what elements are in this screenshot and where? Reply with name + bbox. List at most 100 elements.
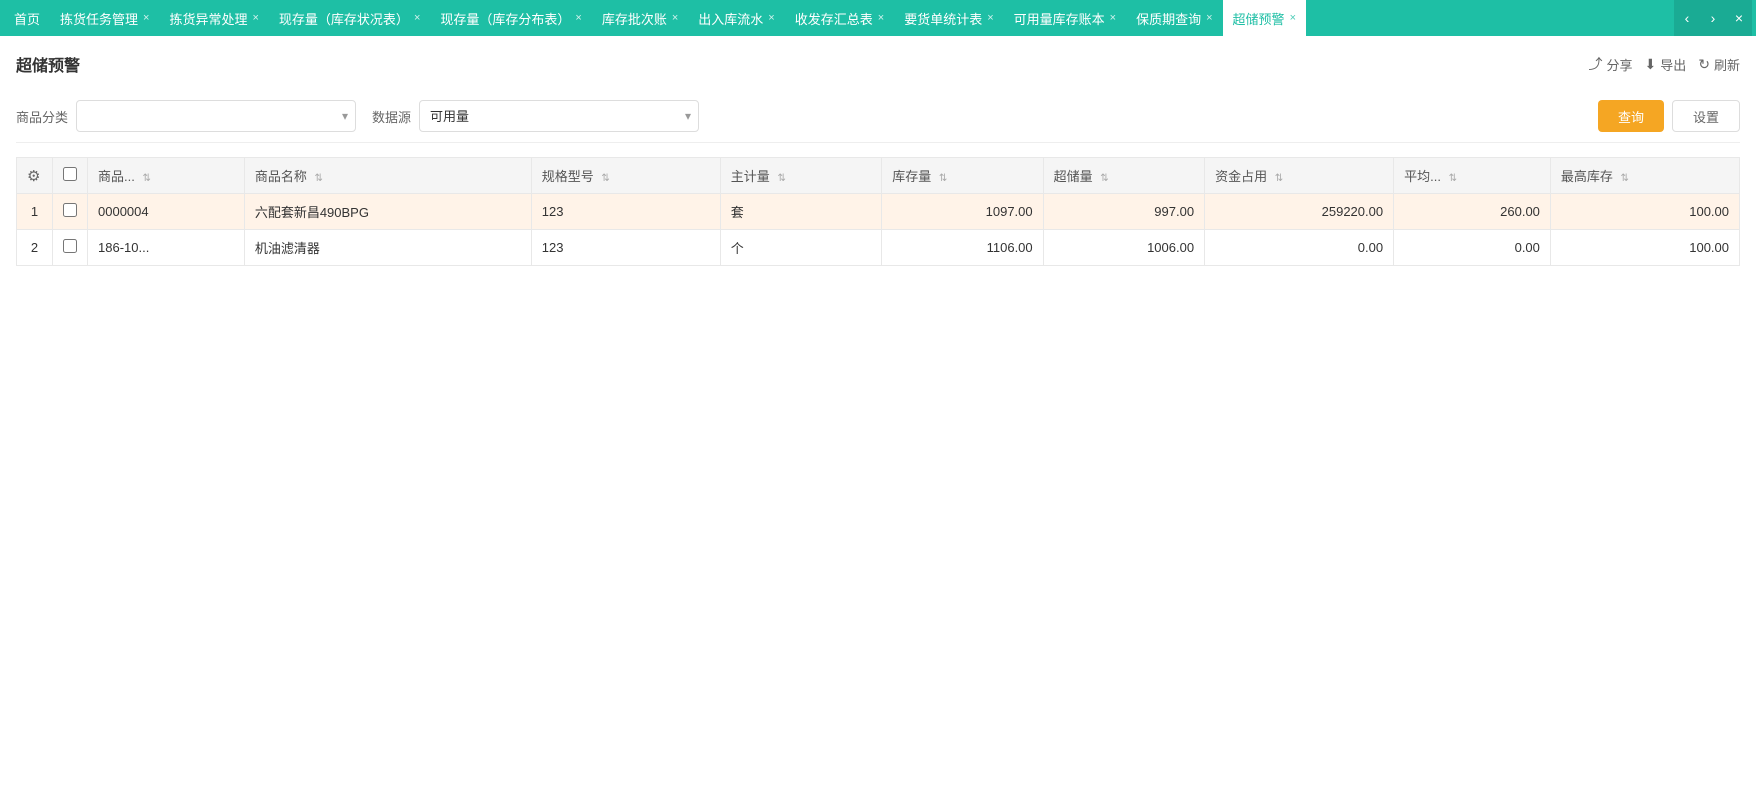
cell-product-code: 0000004 <box>88 194 245 230</box>
cell-product-name: 六配套新昌490BPG <box>244 194 531 230</box>
col-settings[interactable]: ⚙ <box>17 158 53 194</box>
nav-item-task[interactable]: 拣货任务管理 × <box>50 0 159 36</box>
data-table: ⚙ 商品... ⇅ 商品名称 ⇅ 规格型号 ⇅ 主计量 <box>16 157 1740 266</box>
row-checkbox[interactable] <box>63 203 77 217</box>
nav-item-batch[interactable]: 库存批次账 × <box>592 0 688 36</box>
sort-icon: ⇅ <box>939 173 947 184</box>
row-check-cell[interactable] <box>53 194 88 230</box>
nav-item-exception[interactable]: 拣货异常处理 × <box>159 0 268 36</box>
share-button[interactable]: ⤴ 分享 <box>1588 54 1632 74</box>
cell-avg: 0.00 <box>1394 230 1551 266</box>
close-icon[interactable]: × <box>575 12 581 24</box>
nav-item-demand[interactable]: 要货单统计表 × <box>894 0 1003 36</box>
close-icon[interactable]: × <box>1290 12 1296 24</box>
category-select-wrap <box>76 100 356 132</box>
sort-icon: ⇅ <box>142 173 150 184</box>
export-icon: ⬇ <box>1645 56 1657 73</box>
cell-spec: 123 <box>531 194 720 230</box>
sort-icon: ⇅ <box>1100 173 1108 184</box>
col-overstock[interactable]: 超储量 ⇅ <box>1043 158 1204 194</box>
row-num: 1 <box>17 194 53 230</box>
cell-stock: 1106.00 <box>882 230 1043 266</box>
close-icon[interactable]: × <box>768 12 774 24</box>
col-max-stock[interactable]: 最高库存 ⇅ <box>1550 158 1739 194</box>
nav-item-overstock[interactable]: 超储预警 × <box>1223 0 1306 36</box>
close-icon[interactable]: × <box>143 12 149 24</box>
nav-item-stock-dist[interactable]: 现存量（库存分布表） × <box>430 0 591 36</box>
datasource-select-wrap: 可用量 <box>419 100 699 132</box>
page-content: 超储预警 ⤴ 分享 ⬇ 导出 ↻ 刷新 商品分类 <box>0 36 1756 800</box>
col-product-name[interactable]: 商品名称 ⇅ <box>244 158 531 194</box>
col-spec[interactable]: 规格型号 ⇅ <box>531 158 720 194</box>
cell-stock: 1097.00 <box>882 194 1043 230</box>
row-check-cell[interactable] <box>53 230 88 266</box>
close-icon[interactable]: × <box>1206 12 1212 24</box>
cell-capital: 259220.00 <box>1205 194 1394 230</box>
table-row: 1 0000004 六配套新昌490BPG 123 套 1097.00 997.… <box>17 194 1740 230</box>
cell-unit: 个 <box>720 230 881 266</box>
sort-icon: ⇅ <box>1275 173 1283 184</box>
col-stock[interactable]: 库存量 ⇅ <box>882 158 1043 194</box>
category-filter-group: 商品分类 <box>16 100 356 132</box>
nav-bar: 首页 拣货任务管理 × 拣货异常处理 × 现存量（库存状况表） × 现存量（库存… <box>0 0 1756 36</box>
settings-button[interactable]: 设置 <box>1672 100 1740 132</box>
datasource-label: 数据源 <box>372 107 411 126</box>
filter-area: 商品分类 数据源 可用量 查询 设置 <box>16 90 1740 143</box>
table-header-row: ⚙ 商品... ⇅ 商品名称 ⇅ 规格型号 ⇅ 主计量 <box>17 158 1740 194</box>
check-all-checkbox[interactable] <box>63 167 77 181</box>
col-avg[interactable]: 平均... ⇅ <box>1394 158 1551 194</box>
datasource-select[interactable]: 可用量 <box>419 100 699 132</box>
col-check-all[interactable] <box>53 158 88 194</box>
query-button[interactable]: 查询 <box>1598 100 1664 132</box>
refresh-button[interactable]: ↻ 刷新 <box>1698 55 1740 74</box>
nav-item-expiry[interactable]: 保质期查询 × <box>1126 0 1222 36</box>
cell-max-stock: 100.00 <box>1550 194 1739 230</box>
sort-icon: ⇅ <box>1621 173 1629 184</box>
sort-icon: ⇅ <box>601 173 609 184</box>
header-actions: ⤴ 分享 ⬇ 导出 ↻ 刷新 <box>1588 54 1740 74</box>
nav-item-available[interactable]: 可用量库存账本 × <box>1004 0 1126 36</box>
col-capital[interactable]: 资金占用 ⇅ <box>1205 158 1394 194</box>
filter-actions: 查询 设置 <box>1598 100 1740 132</box>
nav-item-summary[interactable]: 收发存汇总表 × <box>785 0 894 36</box>
close-icon[interactable]: × <box>987 12 993 24</box>
nav-arrows: ‹ › × <box>1674 0 1752 36</box>
col-product-code[interactable]: 商品... ⇅ <box>88 158 245 194</box>
nav-prev-button[interactable]: ‹ <box>1674 0 1700 36</box>
nav-item-home[interactable]: 首页 <box>4 0 50 36</box>
row-checkbox[interactable] <box>63 239 77 253</box>
col-unit[interactable]: 主计量 ⇅ <box>720 158 881 194</box>
close-icon[interactable]: × <box>672 12 678 24</box>
cell-unit: 套 <box>720 194 881 230</box>
page-header: 超储预警 ⤴ 分享 ⬇ 导出 ↻ 刷新 <box>16 52 1740 76</box>
row-num: 2 <box>17 230 53 266</box>
sort-icon: ⇅ <box>314 173 322 184</box>
export-button[interactable]: ⬇ 导出 <box>1645 55 1687 74</box>
nav-item-stock-status[interactable]: 现存量（库存状况表） × <box>269 0 430 36</box>
sort-icon: ⇅ <box>1449 173 1457 184</box>
close-icon[interactable]: × <box>878 12 884 24</box>
close-icon[interactable]: × <box>1110 12 1116 24</box>
nav-more-button[interactable]: × <box>1726 0 1752 36</box>
table-row: 2 186-10... 机油滤清器 123 个 1106.00 1006.00 … <box>17 230 1740 266</box>
datasource-filter-group: 数据源 可用量 <box>372 100 699 132</box>
category-select[interactable] <box>76 100 356 132</box>
cell-overstock: 997.00 <box>1043 194 1204 230</box>
category-label: 商品分类 <box>16 107 68 126</box>
close-icon[interactable]: × <box>414 12 420 24</box>
cell-max-stock: 100.00 <box>1550 230 1739 266</box>
cell-avg: 260.00 <box>1394 194 1551 230</box>
cell-capital: 0.00 <box>1205 230 1394 266</box>
page-title: 超储预警 <box>16 52 80 76</box>
nav-next-button[interactable]: › <box>1700 0 1726 36</box>
close-icon[interactable]: × <box>252 12 258 24</box>
cell-product-name: 机油滤清器 <box>244 230 531 266</box>
share-icon: ⤴ <box>1588 54 1602 74</box>
sort-icon: ⇅ <box>777 173 785 184</box>
nav-item-inout[interactable]: 出入库流水 × <box>688 0 784 36</box>
cell-spec: 123 <box>531 230 720 266</box>
gear-icon[interactable]: ⚙ <box>27 168 40 185</box>
table-body: 1 0000004 六配套新昌490BPG 123 套 1097.00 997.… <box>17 194 1740 266</box>
cell-overstock: 1006.00 <box>1043 230 1204 266</box>
cell-product-code: 186-10... <box>88 230 245 266</box>
